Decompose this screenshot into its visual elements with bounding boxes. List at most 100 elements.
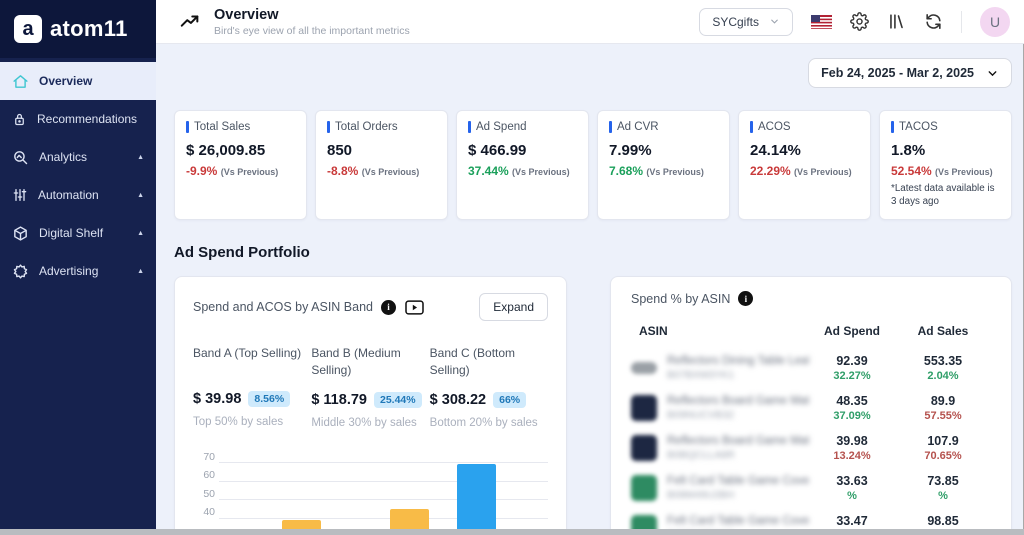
accent-bar bbox=[609, 121, 612, 133]
panel-title: Spend and ACOS by ASIN Band bbox=[193, 300, 373, 314]
ad-spend-value: 48.35 bbox=[809, 394, 895, 408]
sidebar-item-label: Recommendations bbox=[37, 112, 137, 126]
page-subtitle: Bird's eye view of all the important met… bbox=[214, 25, 410, 37]
expand-button[interactable]: Expand bbox=[479, 293, 548, 321]
table-row[interactable]: Reflectors Board Game Mat ...B0BQCLLA8R … bbox=[631, 428, 991, 468]
ad-sales-value: 553.35 bbox=[895, 354, 991, 368]
vs-previous-label: (Vs Previous) bbox=[221, 167, 279, 177]
metric-card-ad-spend[interactable]: Ad Spend $ 466.99 37.44% (Vs Previous) bbox=[456, 110, 589, 220]
sidebar-item-advertising[interactable]: Advertising ▲ bbox=[0, 252, 156, 290]
refresh-icon bbox=[924, 12, 943, 31]
band-c: Band C (Bottom Selling) $ 308.22 66% Bot… bbox=[430, 345, 548, 429]
metric-delta: -8.8% bbox=[327, 164, 358, 178]
band-value: $ 308.22 bbox=[430, 392, 486, 408]
product-name: Reflectors Dining Table Leaf... bbox=[667, 355, 809, 367]
metric-value: 850 bbox=[327, 142, 436, 159]
product-name: Reflectors Board Game Mat ... bbox=[667, 395, 809, 407]
product-asin: B09NUCVB32 bbox=[667, 409, 809, 421]
sidebar-item-digital-shelf[interactable]: Digital Shelf ▲ bbox=[0, 214, 156, 252]
table-row[interactable]: Felt Card Table Game Cover...B08M49U2BH … bbox=[631, 468, 991, 508]
brand-logo-icon: a bbox=[14, 15, 42, 43]
account-name: SYCgifts bbox=[712, 15, 759, 29]
refresh-button[interactable] bbox=[924, 12, 943, 31]
sidebar-item-automation[interactable]: Automation ▲ bbox=[0, 176, 156, 214]
main-area: Overview Bird's eye view of all the impo… bbox=[156, 0, 1024, 535]
metric-card-ad-cvr[interactable]: Ad CVR 7.99% 7.68% (Vs Previous) bbox=[597, 110, 730, 220]
language-flag-button[interactable] bbox=[811, 15, 832, 29]
ad-spend-pct: % bbox=[809, 490, 895, 502]
info-icon[interactable]: i bbox=[381, 300, 396, 315]
accent-bar bbox=[327, 121, 330, 133]
band-name: Band B (Medium Selling) bbox=[311, 345, 421, 380]
band-name: Band C (Bottom Selling) bbox=[430, 345, 540, 380]
product-name: Reflectors Board Game Mat ... bbox=[667, 435, 809, 447]
bar-band-c[interactable] bbox=[457, 464, 496, 535]
asin-bands: Band A (Top Selling) $ 39.98 8.56% Top 5… bbox=[193, 345, 548, 429]
metric-card-tacos[interactable]: TACOS 1.8% 52.54% (Vs Previous) *Latest … bbox=[879, 110, 1012, 220]
ad-sales-pct: % bbox=[895, 490, 991, 502]
sidebar-item-overview[interactable]: Overview bbox=[0, 62, 156, 100]
trend-up-icon bbox=[178, 11, 202, 33]
spend-acos-bar-chart[interactable]: 70 60 50 40 bbox=[193, 445, 548, 535]
metric-value: 1.8% bbox=[891, 142, 1000, 159]
sidebar-item-recommendations[interactable]: Recommendations bbox=[0, 100, 156, 138]
user-avatar[interactable]: U bbox=[980, 7, 1010, 37]
metric-delta: 7.68% bbox=[609, 164, 643, 178]
section-title: Ad Spend Portfolio bbox=[174, 244, 1012, 261]
brand-logo[interactable]: a atom11 bbox=[0, 0, 156, 58]
metric-label: TACOS bbox=[899, 121, 938, 133]
y-axis-tick: 60 bbox=[193, 469, 219, 481]
metric-card-total-orders[interactable]: Total Orders 850 -8.8% (Vs Previous) bbox=[315, 110, 448, 220]
settings-button[interactable] bbox=[850, 12, 869, 31]
chevron-up-icon: ▲ bbox=[137, 154, 144, 161]
chevron-up-icon: ▲ bbox=[137, 230, 144, 237]
band-badge: 8.56% bbox=[248, 391, 290, 407]
product-name: Felt Card Table Game Cover... bbox=[667, 475, 809, 487]
ad-spend-pct: 37.09% bbox=[809, 410, 895, 422]
chevron-up-icon: ▲ bbox=[137, 192, 144, 199]
band-badge: 66% bbox=[493, 392, 526, 408]
metric-delta: -9.9% bbox=[186, 164, 217, 178]
chevron-up-icon: ▲ bbox=[137, 268, 144, 275]
band-value: $ 39.98 bbox=[193, 391, 241, 407]
metric-value: $ 466.99 bbox=[468, 142, 577, 159]
y-axis-tick: 70 bbox=[193, 451, 219, 463]
brand-name: atom11 bbox=[50, 16, 128, 42]
ad-spend-value: 39.98 bbox=[809, 434, 895, 448]
product-name: Felt Card Table Game Cover,... bbox=[667, 515, 809, 527]
band-a: Band A (Top Selling) $ 39.98 8.56% Top 5… bbox=[193, 345, 311, 429]
ad-spend-value: 33.63 bbox=[809, 474, 895, 488]
accent-bar bbox=[891, 121, 894, 133]
info-icon[interactable]: i bbox=[738, 291, 753, 306]
sidebar-nav: Overview Recommendations Analytics ▲ Aut… bbox=[0, 58, 156, 290]
spend-by-asin-panel: Spend % by ASIN i ASIN Ad Spend Ad Sales bbox=[610, 276, 1012, 535]
sidebar-item-label: Advertising bbox=[39, 264, 98, 278]
ad-sales-pct: 70.65% bbox=[895, 450, 991, 462]
vs-previous-label: (Vs Previous) bbox=[362, 167, 420, 177]
app-window: a atom11 Overview Recommendations Analyt… bbox=[0, 0, 1024, 535]
product-thumbnail bbox=[631, 395, 657, 421]
ad-sales-pct: 2.04% bbox=[895, 370, 991, 382]
video-tutorial-icon[interactable] bbox=[404, 299, 425, 316]
ad-sales-value: 107.9 bbox=[895, 434, 991, 448]
library-button[interactable] bbox=[887, 12, 906, 31]
metric-card-acos[interactable]: ACOS 24.14% 22.29% (Vs Previous) bbox=[738, 110, 871, 220]
metric-label: ACOS bbox=[758, 121, 791, 133]
metric-label: Total Orders bbox=[335, 121, 398, 133]
ad-sales-value: 98.85 bbox=[895, 514, 991, 528]
ad-spend-pct: 13.24% bbox=[809, 450, 895, 462]
account-selector[interactable]: SYCgifts bbox=[699, 8, 793, 36]
metric-note: *Latest data available is 3 days ago bbox=[891, 182, 1000, 208]
band-value: $ 118.79 bbox=[311, 392, 367, 408]
spend-acos-panel: Spend and ACOS by ASIN Band i Expand Ban… bbox=[174, 276, 567, 535]
panels-row: Spend and ACOS by ASIN Band i Expand Ban… bbox=[174, 276, 1012, 535]
column-asin: ASIN bbox=[631, 324, 809, 338]
date-range-picker[interactable]: Feb 24, 2025 - Mar 2, 2025 bbox=[808, 58, 1012, 88]
metric-delta: 22.29% bbox=[750, 164, 791, 178]
sidebar-item-analytics[interactable]: Analytics ▲ bbox=[0, 138, 156, 176]
table-row[interactable]: Reflectors Dining Table Leaf...B07BXM3YK… bbox=[631, 348, 991, 388]
product-thumbnail bbox=[631, 362, 657, 374]
product-asin: B0BQCLLA8R bbox=[667, 449, 809, 461]
table-row[interactable]: Reflectors Board Game Mat ...B09NUCVB32 … bbox=[631, 388, 991, 428]
metric-card-total-sales[interactable]: Total Sales $ 26,009.85 -9.9% (Vs Previo… bbox=[174, 110, 307, 220]
